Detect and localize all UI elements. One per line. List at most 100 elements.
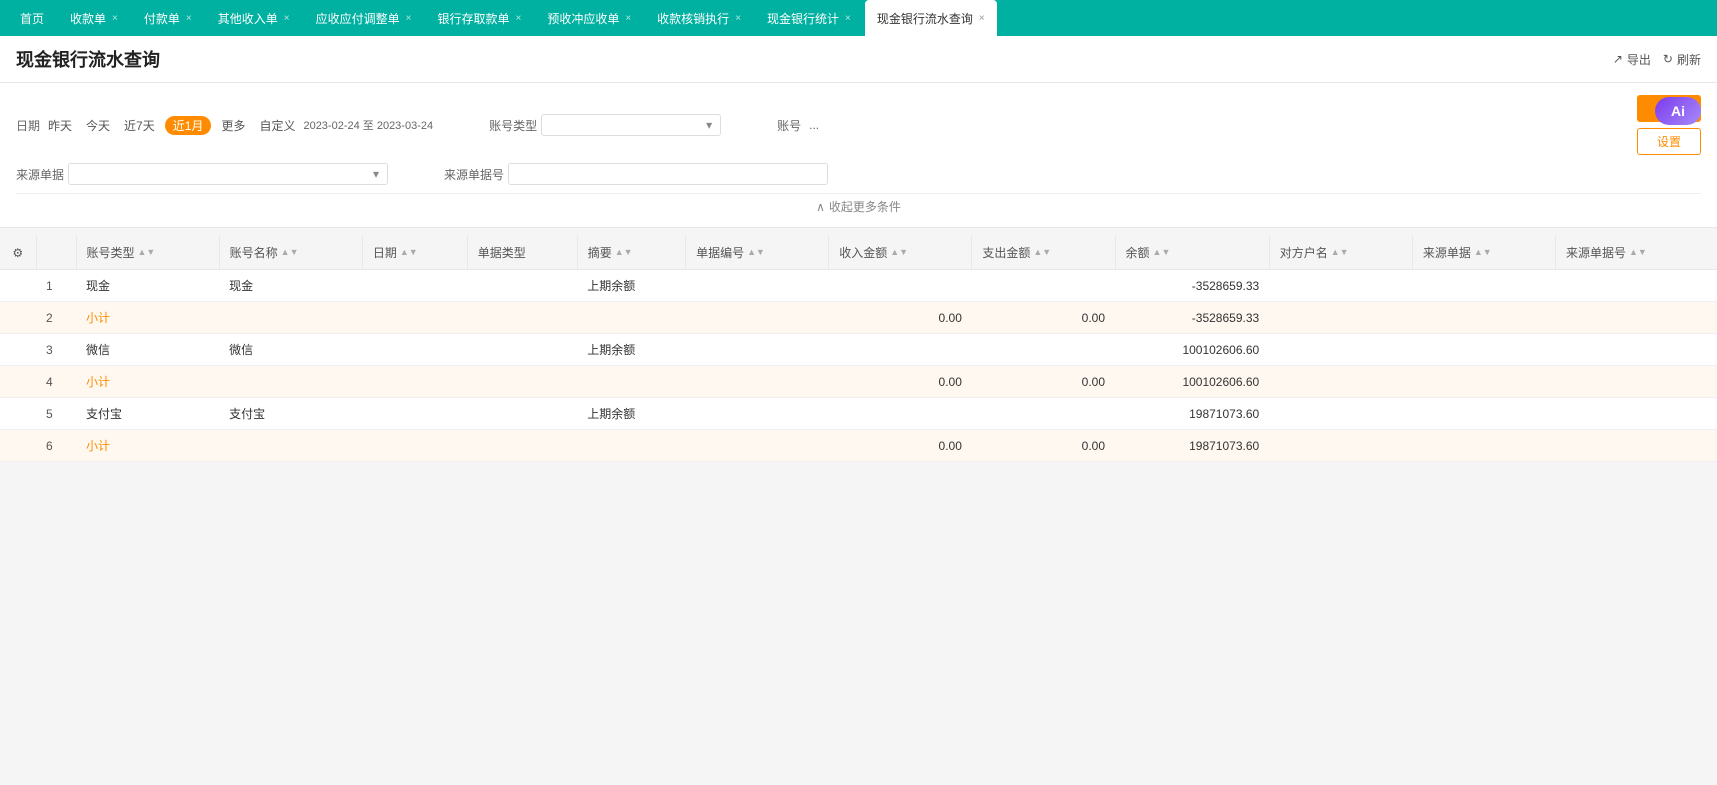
shortcut-custom[interactable]: 自定义: [255, 116, 299, 135]
nav-tab-bank-deposit-label: 银行存取款单: [437, 10, 509, 27]
sort-icon: ▲▼: [615, 248, 633, 257]
column-account-name[interactable]: 账号名称 ▲▼: [219, 236, 362, 270]
table-cell: -3528659.33: [1115, 302, 1269, 334]
nav-tab-other-income[interactable]: 其他收入单 ×: [206, 0, 302, 36]
table-cell: [1412, 302, 1555, 334]
shortcut-7days[interactable]: 近7天: [120, 116, 159, 135]
close-icon[interactable]: ×: [284, 13, 290, 24]
table-cell: [0, 302, 36, 334]
close-icon[interactable]: ×: [515, 13, 521, 24]
shortcut-1month[interactable]: 近1月: [165, 116, 212, 135]
table-cell: [467, 302, 577, 334]
column-date[interactable]: 日期 ▲▼: [362, 236, 467, 270]
sort-icon: ▲▼: [1331, 248, 1349, 257]
nav-tab-advance-label: 预收冲应收单: [547, 10, 619, 27]
table-row[interactable]: 6小计0.000.0019871073.60: [0, 430, 1717, 462]
table-cell: [219, 366, 362, 398]
table-cell: 上期余额: [577, 270, 685, 302]
table-cell: [1556, 334, 1717, 366]
table-row[interactable]: 1现金现金上期余额-3528659.33: [0, 270, 1717, 302]
column-no: [36, 236, 76, 270]
top-nav: 首页 收款单 × 付款单 × 其他收入单 × 应收应付调整单 × 银行存取款单 …: [0, 0, 1717, 36]
settings-icon: ⚙: [12, 246, 23, 260]
nav-tab-bank-stats[interactable]: 现金银行统计 ×: [755, 0, 863, 36]
account-filter-group: 账号 ...: [777, 117, 819, 134]
table-cell: [829, 270, 972, 302]
close-icon[interactable]: ×: [625, 13, 631, 24]
source-doc-no-label: 来源单据号: [444, 166, 504, 183]
export-button[interactable]: ↗ 导出: [1613, 51, 1651, 68]
table-cell: [1412, 430, 1555, 462]
column-summary[interactable]: 摘要 ▲▼: [577, 236, 685, 270]
close-icon[interactable]: ×: [112, 13, 118, 24]
table-cell: [686, 398, 829, 430]
refresh-label: 刷新: [1677, 51, 1701, 68]
nav-tab-advance[interactable]: 预收冲应收单 ×: [535, 0, 643, 36]
nav-tab-bank-deposit[interactable]: 银行存取款单 ×: [425, 0, 533, 36]
table-row[interactable]: 5支付宝支付宝上期余额19871073.60: [0, 398, 1717, 430]
column-expense[interactable]: 支出金额 ▲▼: [972, 236, 1115, 270]
close-icon[interactable]: ×: [186, 13, 192, 24]
sort-icon: ▲▼: [281, 248, 299, 257]
nav-tab-home[interactable]: 首页: [8, 0, 56, 36]
ai-button[interactable]: Ai: [1655, 97, 1701, 125]
nav-tab-adjustment[interactable]: 应收应付调整单 ×: [304, 0, 424, 36]
table-cell: 3: [36, 334, 76, 366]
account-type-label: 账号类型: [489, 117, 537, 134]
nav-tab-payment[interactable]: 付款单 ×: [132, 0, 204, 36]
table-cell: [362, 302, 467, 334]
column-doc-type[interactable]: 单据类型: [467, 236, 577, 270]
shortcut-today[interactable]: 今天: [82, 116, 114, 135]
shortcut-yesterday[interactable]: 昨天: [44, 116, 76, 135]
refresh-button[interactable]: ↻ 刷新: [1663, 51, 1701, 68]
close-icon[interactable]: ×: [845, 13, 851, 24]
nav-tab-bank-flow[interactable]: 现金银行流水查询 ×: [865, 0, 997, 36]
nav-tab-payment-label: 付款单: [144, 10, 180, 27]
column-counterparty[interactable]: 对方户名 ▲▼: [1269, 236, 1412, 270]
sort-icon: ▲▼: [747, 248, 765, 257]
column-source-doc[interactable]: 来源单据 ▲▼: [1412, 236, 1555, 270]
column-source-doc-no[interactable]: 来源单据号 ▲▼: [1556, 236, 1717, 270]
table-cell: 微信: [219, 334, 362, 366]
table-cell: 小计: [76, 302, 219, 334]
column-balance[interactable]: 余额 ▲▼: [1115, 236, 1269, 270]
filter-row-source: 来源单据 来源单据号: [16, 163, 1701, 185]
nav-tab-home-label: 首页: [20, 10, 44, 27]
table-cell: [1556, 302, 1717, 334]
collapse-more-conditions-button[interactable]: ∧ 收起更多条件: [16, 193, 1701, 219]
source-doc-select[interactable]: [68, 163, 388, 185]
table-row[interactable]: 2小计0.000.00-3528659.33: [0, 302, 1717, 334]
shortcut-more[interactable]: 更多: [217, 116, 249, 135]
source-doc-no-input[interactable]: [508, 163, 828, 185]
close-icon[interactable]: ×: [735, 13, 741, 24]
nav-tab-receipt[interactable]: 收款单 ×: [58, 0, 130, 36]
column-account-type[interactable]: 账号类型 ▲▼: [76, 236, 219, 270]
settings-button[interactable]: 设置: [1637, 128, 1701, 155]
table-cell: [0, 398, 36, 430]
source-doc-filter-group: 来源单据: [16, 163, 388, 185]
account-more-button[interactable]: ...: [809, 118, 819, 132]
table-cell: 现金: [219, 270, 362, 302]
table-cell: [577, 302, 685, 334]
data-table: ⚙ 账号类型 ▲▼ 账号名称 ▲▼ 日期: [0, 236, 1717, 462]
table-cell: [686, 430, 829, 462]
table-cell: [1269, 430, 1412, 462]
nav-tab-verification[interactable]: 收款核销执行 ×: [645, 0, 753, 36]
table-row[interactable]: 3微信微信上期余额100102606.60: [0, 334, 1717, 366]
table-cell: [972, 270, 1115, 302]
close-icon[interactable]: ×: [406, 13, 412, 24]
column-gear[interactable]: ⚙: [0, 236, 36, 270]
table-cell: 0.00: [972, 302, 1115, 334]
table-cell: 支付宝: [219, 398, 362, 430]
table-cell: [362, 366, 467, 398]
chevron-down-icon: [373, 167, 379, 181]
column-income[interactable]: 收入金额 ▲▼: [829, 236, 972, 270]
table-area: ⚙ 账号类型 ▲▼ 账号名称 ▲▼ 日期: [0, 236, 1717, 462]
sort-icon: ▲▼: [1153, 248, 1171, 257]
table-row[interactable]: 4小计0.000.00100102606.60: [0, 366, 1717, 398]
nav-tab-adjustment-label: 应收应付调整单: [316, 10, 400, 27]
close-icon[interactable]: ×: [979, 13, 985, 24]
column-doc-no[interactable]: 单据编号 ▲▼: [686, 236, 829, 270]
account-type-select[interactable]: [541, 114, 721, 136]
table-cell: [219, 302, 362, 334]
